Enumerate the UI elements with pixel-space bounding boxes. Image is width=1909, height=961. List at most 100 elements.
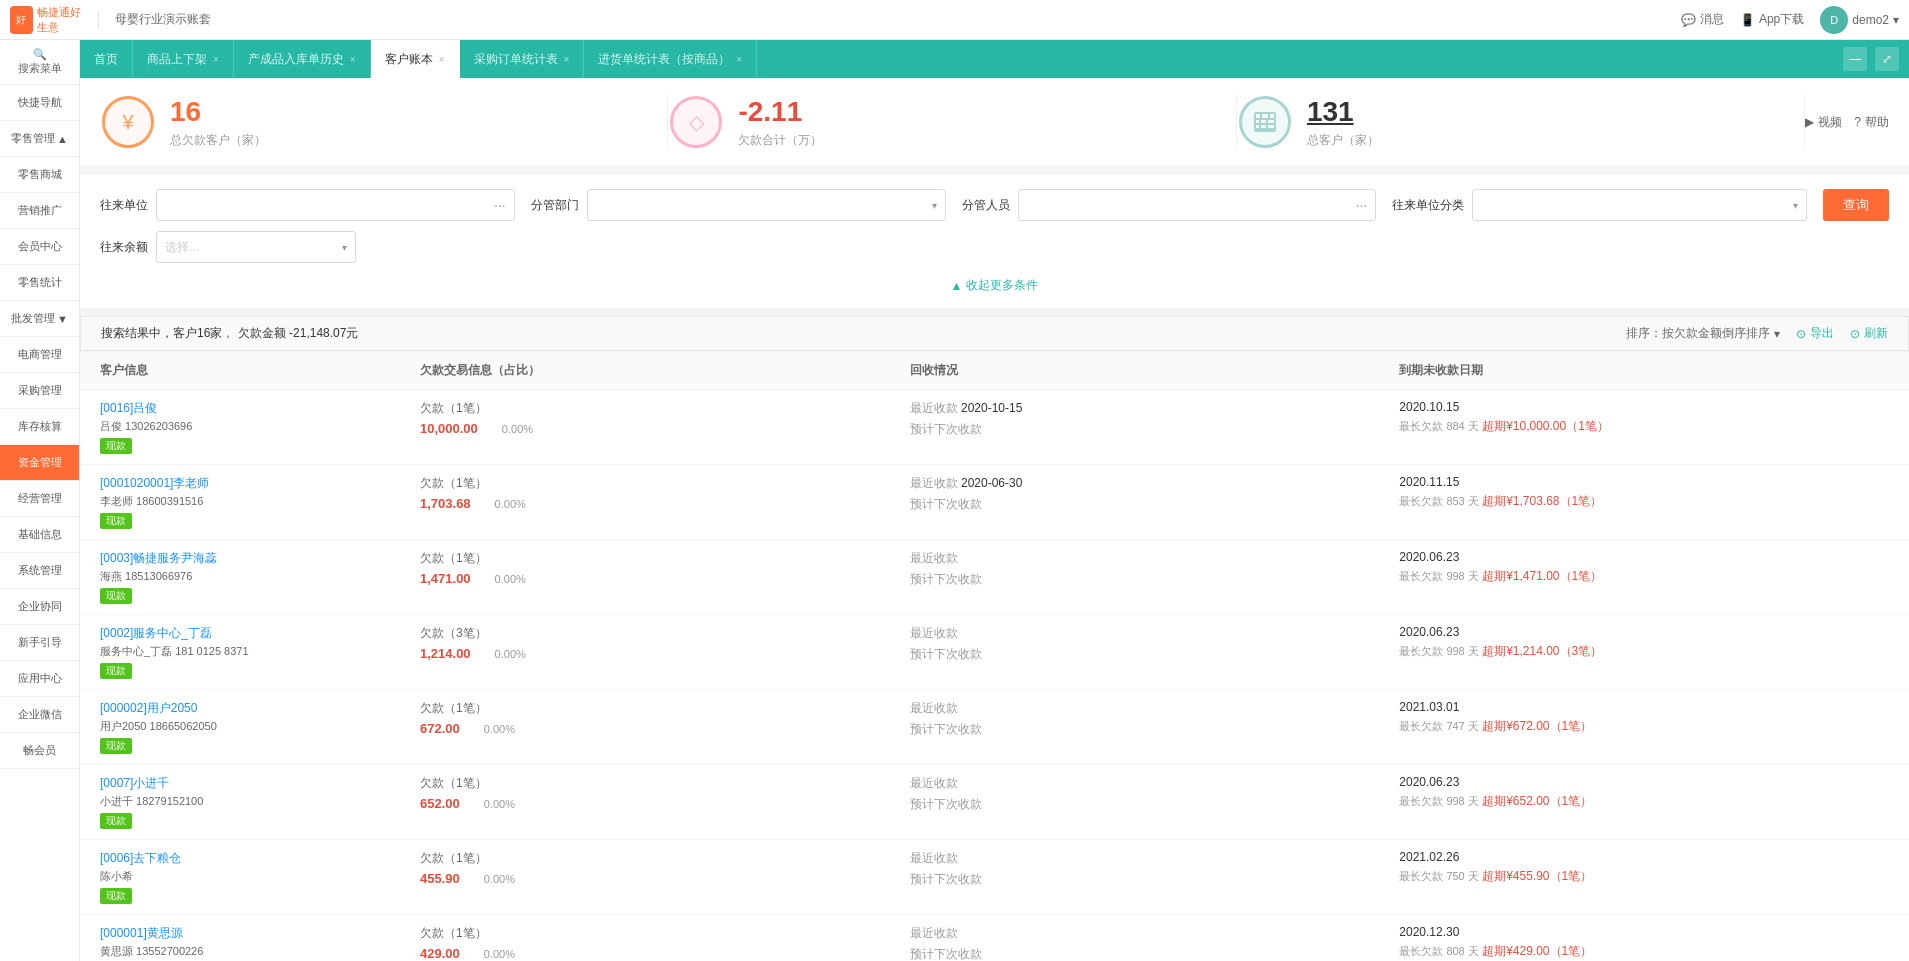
customer-name-3[interactable]: [0002]服务中心_丁磊 <box>100 626 212 640</box>
debt-cell-3: 欠款（3笔） 1,214.00 0.00% <box>420 625 910 661</box>
system-name: 母婴行业演示账套 <box>115 11 211 28</box>
customer-name-6[interactable]: [0006]去下粮仓 <box>100 851 181 865</box>
avatar: D <box>1820 6 1848 34</box>
overdue-text-6[interactable]: 超期¥455.90（1笔） <box>1482 869 1592 883</box>
recent-label-5: 最近收款 <box>910 776 958 790</box>
tab-customer-account[interactable]: 客户账本 × <box>371 40 460 78</box>
stat-debt-amount-icon: ◇ <box>668 94 724 150</box>
app-download-btn[interactable]: 📱 App下载 <box>1740 11 1804 28</box>
tab-home[interactable]: 首页 <box>80 40 133 78</box>
filter-unit-category-select[interactable]: ▾ <box>1472 189 1807 221</box>
sidebar-item-inventory[interactable]: 库存核算 <box>0 409 79 445</box>
sidebar-item-newbie[interactable]: 新手引导 <box>0 625 79 661</box>
next-label-5: 预计下次收款 <box>910 796 1400 813</box>
sidebar-item-system-mgmt[interactable]: 系统管理 <box>0 553 79 589</box>
sidebar-item-business-mgmt[interactable]: 经营管理 <box>0 481 79 517</box>
sidebar-item-ecommerce[interactable]: 电商管理 <box>0 337 79 373</box>
customer-tag-2: 现款 <box>100 588 132 604</box>
tab-product-off-close[interactable]: × <box>213 54 219 65</box>
sidebar-item-batch-mgmt[interactable]: 批发管理 ▼ <box>0 301 79 337</box>
repay-cell-3: 最近收款 预计下次收款 <box>910 625 1400 663</box>
stat-debt-amount-value: -2.11 <box>738 96 822 128</box>
overdue-text-0[interactable]: 超期¥10,000.00（1笔） <box>1482 419 1609 433</box>
filter-person-input[interactable]: ··· <box>1018 189 1377 221</box>
tab-product-off[interactable]: 商品上下架 × <box>133 40 234 78</box>
tab-purchase-stat[interactable]: 进货单统计表（按商品） × <box>584 40 757 78</box>
customer-cell-5: [0007]小进千 小进千 18279152100 现款 <box>100 775 420 829</box>
stat-bar-actions: ▶ 视频 ? 帮助 <box>1805 94 1889 150</box>
next-label-1: 预计下次收款 <box>910 496 1400 513</box>
sidebar-item-marketing[interactable]: 营销推广 <box>0 193 79 229</box>
export-btn[interactable]: ⊙ 导出 <box>1796 325 1834 342</box>
sidebar-item-retail-stats[interactable]: 零售统计 <box>0 265 79 301</box>
customer-name-1[interactable]: [0001020001]李老师 <box>100 476 209 490</box>
tab-purchase-order[interactable]: 采购订单统计表 × <box>460 40 585 78</box>
sidebar-item-retail-mall[interactable]: 零售商城 <box>0 157 79 193</box>
overdue-text-1[interactable]: 超期¥1,703.68（1笔） <box>1482 494 1602 508</box>
tabs-maximize-btn[interactable]: ⤢ <box>1875 47 1899 71</box>
sidebar-item-enterprise[interactable]: 企业协同 <box>0 589 79 625</box>
stat-total-customers-icon <box>1237 94 1293 150</box>
tab-customer-account-close[interactable]: × <box>439 54 445 65</box>
unit-category-dropdown-icon: ▾ <box>1793 200 1798 211</box>
filter-source-unit: 往来单位 ··· <box>100 189 515 221</box>
debt-amount-2: 1,471.00 <box>420 571 471 586</box>
sidebar-item-enterprise-wechat[interactable]: 企业微信 <box>0 697 79 733</box>
tab-production-history[interactable]: 产成品入库单历史 × <box>234 40 371 78</box>
customer-name-4[interactable]: [000002]用户2050 <box>100 701 197 715</box>
overdue-days-4: 最长欠款 747 天 <box>1399 720 1478 732</box>
customer-name-5[interactable]: [0007]小进千 <box>100 776 169 790</box>
help-btn[interactable]: ? 帮助 <box>1854 114 1889 131</box>
sort-select[interactable]: 排序：按欠款金额倒序排序 ▾ <box>1626 325 1780 342</box>
overdue-text-5[interactable]: 超期¥652.00（1笔） <box>1482 794 1592 808</box>
filter-source-unit-input[interactable]: ··· <box>156 189 515 221</box>
table-row: [000001]黄思源 黄思源 13552700226 现款 欠款（1笔） 42… <box>80 915 1909 961</box>
overdue-text-2[interactable]: 超期¥1,471.00（1笔） <box>1482 569 1602 583</box>
recent-label-7: 最近收款 <box>910 926 958 940</box>
customer-tag-5: 现款 <box>100 813 132 829</box>
overdue-days-5: 最长欠款 998 天 <box>1399 795 1478 807</box>
tabs-minimize-btn[interactable]: — <box>1843 47 1867 71</box>
tab-production-history-close[interactable]: × <box>350 54 356 65</box>
sidebar-item-search-menu[interactable]: 🔍 搜索菜单 <box>0 40 79 85</box>
sidebar-item-app-center[interactable]: 应用中心 <box>0 661 79 697</box>
stat-debt-amount-circle: ◇ <box>670 96 722 148</box>
search-button[interactable]: 查询 <box>1823 189 1889 221</box>
debt-amount-7: 429.00 <box>420 946 460 961</box>
sidebar-item-basic-info[interactable]: 基础信息 <box>0 517 79 553</box>
filter-dept-label: 分管部门 <box>531 197 579 214</box>
due-date-1: 2020.11.15 <box>1399 475 1889 489</box>
tab-purchase-order-close[interactable]: × <box>564 54 570 65</box>
refresh-icon: ⊙ <box>1850 327 1860 341</box>
next-label-4: 预计下次收款 <box>910 721 1400 738</box>
sidebar-item-purchase-mgmt[interactable]: 采购管理 <box>0 373 79 409</box>
view-video-btn[interactable]: ▶ 视频 <box>1805 114 1842 131</box>
tabs-bar: 首页 商品上下架 × 产成品入库单历史 × 客户账本 × 采购订单统计表 × <box>80 40 1909 78</box>
customer-name-0[interactable]: [0016]吕俊 <box>100 401 157 415</box>
retail-mgmt-arrow: ▲ <box>57 133 68 145</box>
collapse-btn[interactable]: ▲ 收起更多条件 <box>100 273 1889 298</box>
filter-dept-select[interactable]: ▾ <box>587 189 946 221</box>
stat-total-customers: 131 总客户（家） <box>1237 94 1805 150</box>
customer-name-7[interactable]: [000001]黄思源 <box>100 926 183 940</box>
sidebar-item-member-center[interactable]: 会员中心 <box>0 229 79 265</box>
sidebar-item-vip-member[interactable]: 畅会员 <box>0 733 79 769</box>
filter-balance-select[interactable]: 选择... ▾ <box>156 231 356 263</box>
debt-percent-4: 0.00% <box>484 723 515 735</box>
next-label-0: 预计下次收款 <box>910 421 1400 438</box>
refresh-btn[interactable]: ⊙ 刷新 <box>1850 325 1888 342</box>
help-icon: ? <box>1854 115 1861 129</box>
refresh-label: 刷新 <box>1864 325 1888 342</box>
sidebar-item-retail-mgmt[interactable]: 零售管理 ▲ <box>0 121 79 157</box>
filter-row-1: 往来单位 ··· 分管部门 ▾ <box>100 189 1889 221</box>
overdue-text-7[interactable]: 超期¥429.00（1笔） <box>1482 944 1592 958</box>
tab-purchase-stat-close[interactable]: × <box>736 54 742 65</box>
overdue-days-3: 最长欠款 998 天 <box>1399 645 1478 657</box>
user-menu[interactable]: D demo2 ▾ <box>1820 6 1899 34</box>
sidebar-item-finance[interactable]: 资金管理 <box>0 445 79 481</box>
overdue-text-3[interactable]: 超期¥1,214.00（3笔） <box>1482 644 1602 658</box>
message-btn[interactable]: 💬 消息 <box>1681 11 1724 28</box>
sidebar-item-quick-nav[interactable]: 快捷导航 <box>0 85 79 121</box>
customer-name-2[interactable]: [0003]畅捷服务尹海蕊 <box>100 551 217 565</box>
overdue-text-4[interactable]: 超期¥672.00（1笔） <box>1482 719 1592 733</box>
